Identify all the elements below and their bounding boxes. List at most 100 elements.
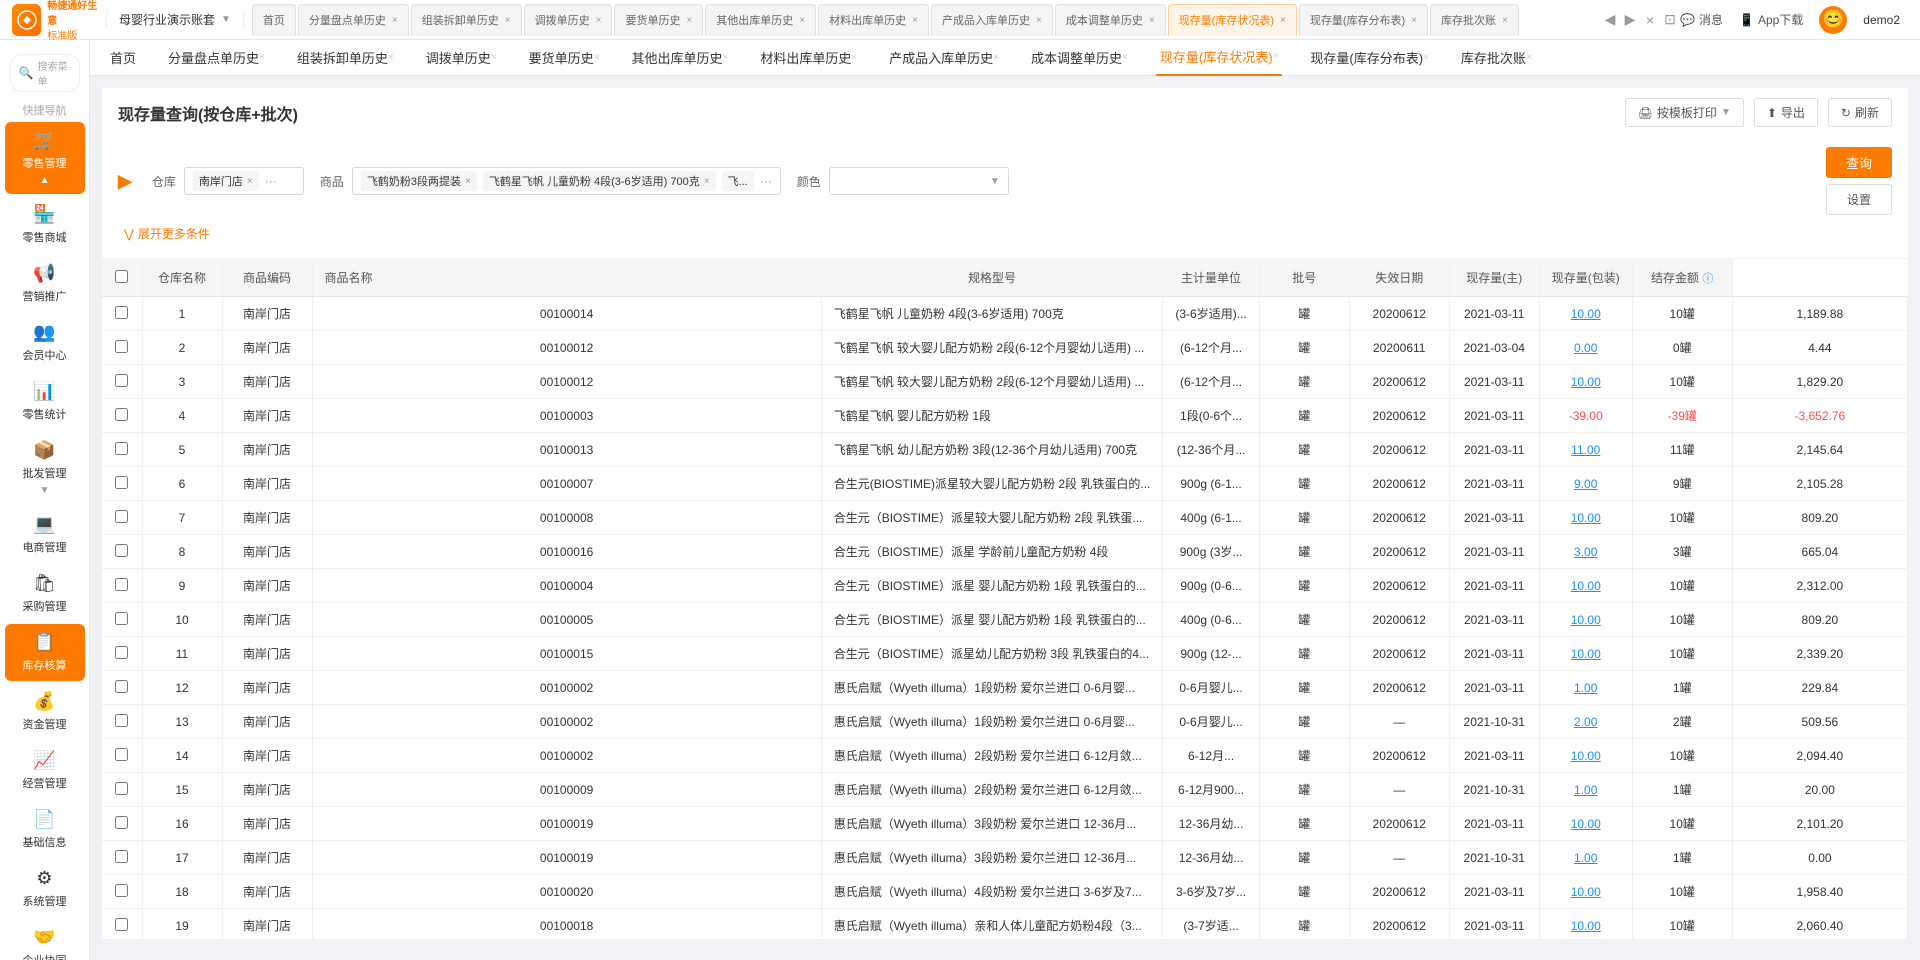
goods-tag-close-0[interactable]: ×	[465, 176, 471, 187]
sidebar-item-ecommerce[interactable]: 💻 电商管理	[5, 506, 85, 563]
industry-selector[interactable]: 母婴行业演示账套 ▼	[106, 11, 244, 28]
row-checkbox-cell[interactable]	[102, 637, 142, 671]
tab-close-10[interactable]: ×	[1502, 15, 1508, 26]
row-checkbox-cell[interactable]	[102, 433, 142, 467]
row-stock-main[interactable]: 10.00	[1539, 603, 1632, 637]
sidebar-item-finance[interactable]: 💰 资金管理	[5, 683, 85, 740]
nav-tab-3[interactable]: 调拨单历史 ×	[422, 40, 501, 76]
row-stock-main[interactable]: 10.00	[1539, 297, 1632, 331]
tab-menu-btn[interactable]: ⊡	[1660, 6, 1680, 34]
tab-close-4[interactable]: ×	[799, 15, 805, 26]
tab-close-8[interactable]: ×	[1280, 15, 1286, 26]
tab-2[interactable]: 调拨单历史 ×	[524, 4, 613, 36]
tab-7[interactable]: 成本调整单历史 ×	[1055, 4, 1166, 36]
app-download-btn[interactable]: 📱 App下载	[1739, 11, 1803, 28]
row-checkbox-cell[interactable]	[102, 671, 142, 705]
warehouse-more-btn[interactable]: ···	[265, 174, 277, 188]
row-stock-main[interactable]: -39.00	[1539, 399, 1632, 433]
sidebar-item-operation[interactable]: 📈 经营管理	[5, 742, 85, 799]
nav-tab-2[interactable]: 组装拆卸单历史 ×	[293, 40, 398, 76]
row-stock-main[interactable]: 10.00	[1539, 807, 1632, 841]
expand-more-btn[interactable]: ⋁ 展开更多条件	[118, 219, 1892, 248]
sidebar-item-retail-mall[interactable]: 🏪 零售商城	[5, 196, 85, 253]
tab-close-2[interactable]: ×	[596, 15, 602, 26]
goods-more-btn[interactable]: ···	[760, 174, 772, 188]
row-stock-main[interactable]: 11.00	[1539, 433, 1632, 467]
row-stock-main[interactable]: 10.00	[1539, 501, 1632, 535]
goods-tags[interactable]: 飞鹤奶粉3段两提装 × 飞鹤星飞帆 儿童奶粉 4段(3-6岁适用) 700克 ×…	[352, 167, 781, 195]
tab-5[interactable]: 材料出库单历史 ×	[818, 4, 929, 36]
row-checkbox-cell[interactable]	[102, 297, 142, 331]
row-checkbox-cell[interactable]	[102, 875, 142, 909]
row-stock-main[interactable]: 10.00	[1539, 569, 1632, 603]
row-checkbox[interactable]	[115, 306, 128, 319]
row-checkbox-cell[interactable]	[102, 807, 142, 841]
tab-prev-btn[interactable]: ◀	[1600, 6, 1620, 34]
row-stock-main[interactable]: 1.00	[1539, 671, 1632, 705]
row-checkbox-cell[interactable]	[102, 365, 142, 399]
row-checkbox-cell[interactable]	[102, 535, 142, 569]
row-checkbox[interactable]	[115, 374, 128, 387]
goods-tag-close-1[interactable]: ×	[704, 176, 710, 187]
tab-0[interactable]: 分量盘点单历史 ×	[298, 4, 409, 36]
template-print-btn[interactable]: 🖨 按模板打印 ▼	[1625, 98, 1744, 127]
warehouse-tag-close-0[interactable]: ×	[247, 176, 253, 187]
query-btn[interactable]: 查询	[1826, 147, 1892, 178]
tab-10[interactable]: 库存批次账 ×	[1430, 4, 1519, 36]
nav-tab-6[interactable]: 材料出库单历史 ×	[756, 40, 861, 76]
row-checkbox-cell[interactable]	[102, 773, 142, 807]
row-checkbox[interactable]	[115, 408, 128, 421]
nav-tab-7[interactable]: 产成品入库单历史 ×	[885, 40, 1003, 76]
tab-close-1[interactable]: ×	[505, 15, 511, 26]
tab-3[interactable]: 要货单历史 ×	[614, 4, 703, 36]
nav-tab-8[interactable]: 成本调整单历史 ×	[1027, 40, 1132, 76]
tab-close-9[interactable]: ×	[1411, 15, 1417, 26]
row-checkbox-cell[interactable]	[102, 739, 142, 773]
tab-1[interactable]: 组装拆卸单历史 ×	[411, 4, 522, 36]
sidebar-item-member[interactable]: 👥 会员中心	[5, 314, 85, 371]
tab-8[interactable]: 现存量(库存状况表) ×	[1168, 4, 1297, 36]
sidebar-item-inventory[interactable]: 📋 库存核算	[5, 624, 85, 681]
nav-tab-5[interactable]: 其他出库单历史 ×	[627, 40, 732, 76]
nav-tab-10[interactable]: 现存量(库存分布表) ×	[1306, 40, 1433, 76]
row-stock-main[interactable]: 10.00	[1539, 637, 1632, 671]
tab-home[interactable]: 首页	[252, 4, 296, 36]
nav-tab-1[interactable]: 分量盘点单历史 ×	[164, 40, 269, 76]
tab-next-btn[interactable]: ▶	[1620, 6, 1640, 34]
message-btn[interactable]: 💬 消息	[1680, 11, 1723, 28]
row-checkbox[interactable]	[115, 782, 128, 795]
row-checkbox[interactable]	[115, 442, 128, 455]
row-stock-main[interactable]: 3.00	[1539, 535, 1632, 569]
color-select[interactable]: ▼	[829, 167, 1009, 195]
nav-home[interactable]: 首页	[106, 40, 140, 76]
nav-tab-9[interactable]: 现存量(库存状况表) ×	[1156, 40, 1283, 76]
row-checkbox-cell[interactable]	[102, 841, 142, 875]
row-checkbox[interactable]	[115, 884, 128, 897]
shortcut-nav-btn[interactable]: 快捷导航	[10, 98, 80, 122]
row-stock-main[interactable]: 10.00	[1539, 365, 1632, 399]
sidebar-item-system[interactable]: ⚙ 系统管理	[5, 860, 85, 917]
sidebar-item-marketing[interactable]: 📢 营销推广	[5, 255, 85, 312]
row-checkbox-cell[interactable]	[102, 569, 142, 603]
row-checkbox[interactable]	[115, 612, 128, 625]
row-checkbox[interactable]	[115, 646, 128, 659]
sidebar-item-enterprise[interactable]: 🤝 企业协同	[5, 919, 85, 960]
search-input-wrapper[interactable]: 🔍 搜索菜单	[10, 54, 80, 92]
row-checkbox-cell[interactable]	[102, 501, 142, 535]
row-checkbox[interactable]	[115, 918, 128, 931]
row-stock-main[interactable]: 2.00	[1539, 705, 1632, 739]
row-checkbox-cell[interactable]	[102, 603, 142, 637]
row-stock-main[interactable]: 9.00	[1539, 467, 1632, 501]
select-all-checkbox[interactable]	[115, 270, 128, 283]
tab-6[interactable]: 产成品入库单历史 ×	[931, 4, 1053, 36]
tab-close-3[interactable]: ×	[686, 15, 692, 26]
balance-info-icon[interactable]: ⓘ	[1702, 273, 1713, 285]
tab-9[interactable]: 现存量(库存分布表) ×	[1299, 4, 1428, 36]
tab-close-all-btn[interactable]: ×	[1640, 6, 1660, 34]
filter-expand-btn[interactable]: ▶	[118, 171, 132, 192]
user-avatar[interactable]: 😊	[1819, 6, 1847, 34]
row-checkbox[interactable]	[115, 748, 128, 761]
row-checkbox[interactable]	[115, 510, 128, 523]
row-checkbox-cell[interactable]	[102, 705, 142, 739]
sidebar-item-retail-stats[interactable]: 📊 零售统计	[5, 373, 85, 430]
